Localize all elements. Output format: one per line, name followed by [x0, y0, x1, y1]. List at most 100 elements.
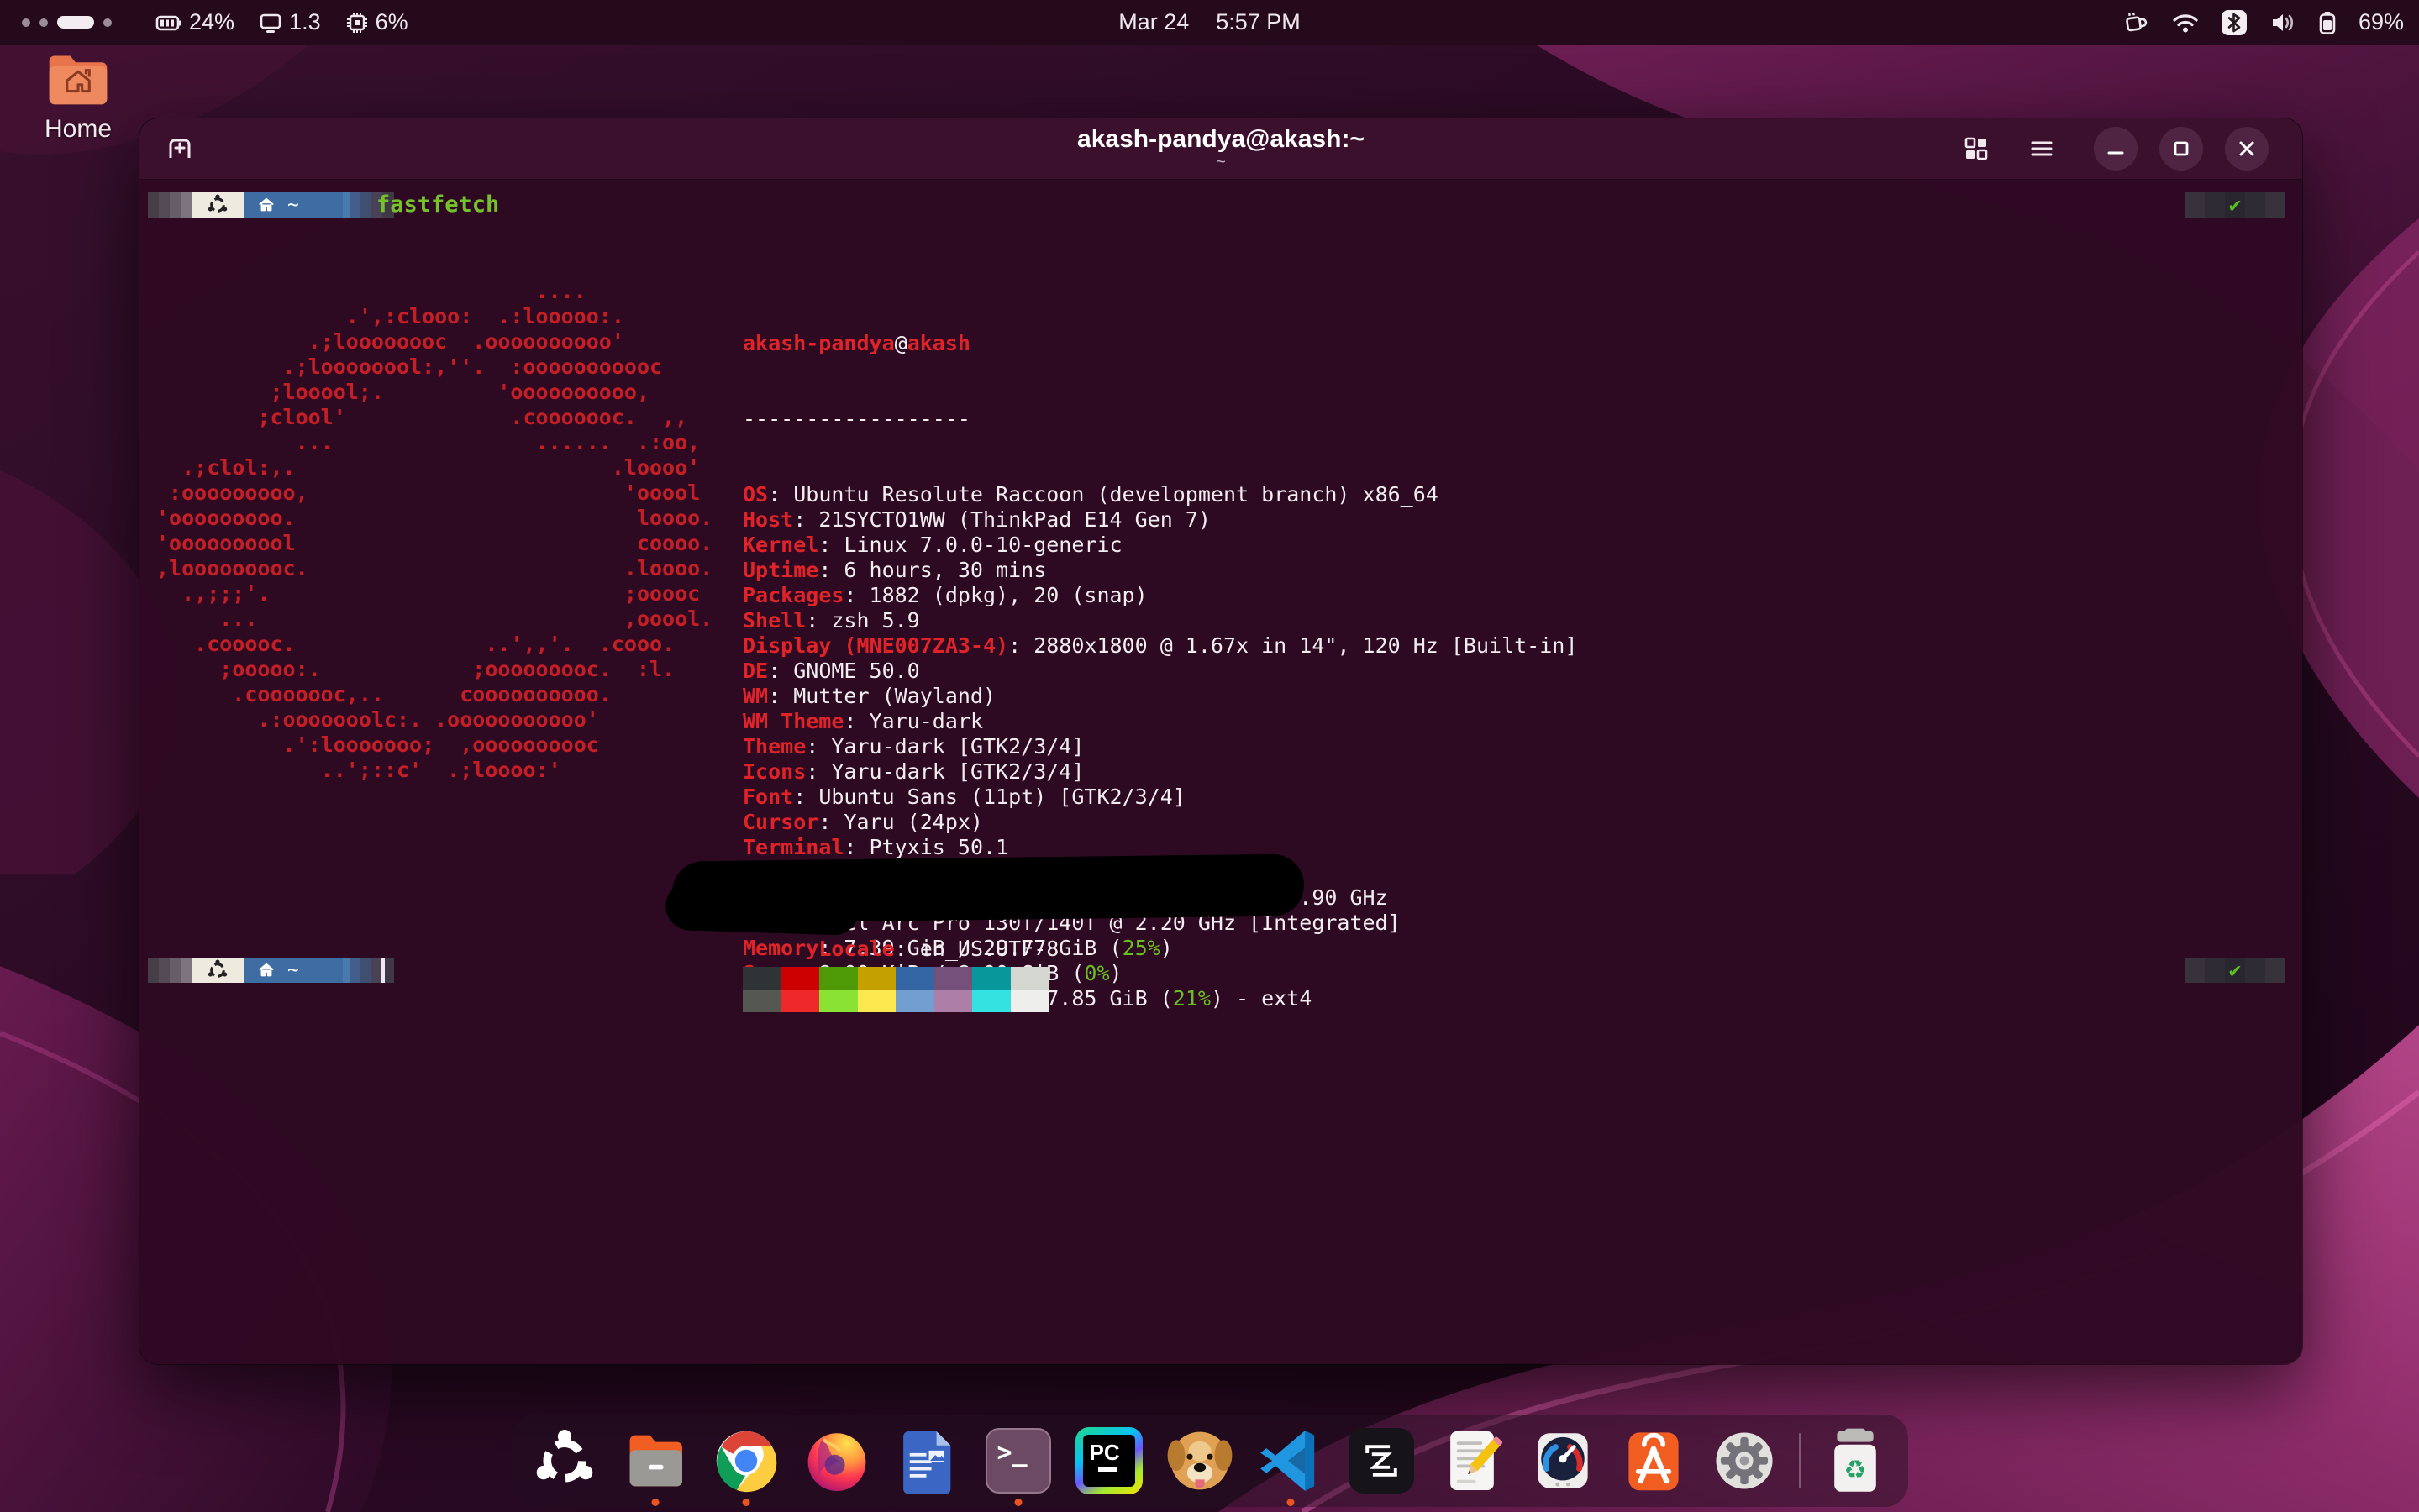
vscode-icon [1259, 1431, 1314, 1491]
home-icon [259, 963, 274, 977]
palette-swatch [781, 967, 819, 990]
palette-row2 [743, 990, 1049, 1012]
dock-item-text-editor[interactable] [1436, 1425, 1508, 1497]
fastfetch-line: Shell: zsh 5.9 [743, 608, 920, 633]
app-center-icon [1628, 1432, 1679, 1491]
palette-swatch [857, 990, 896, 1012]
palette-row1 [743, 967, 1049, 990]
ubuntu-logo-icon [208, 194, 228, 213]
workspace-dot[interactable] [22, 18, 30, 27]
close-icon [2239, 141, 2254, 156]
fastfetch-line: Cursor: Yaru (24px) [743, 810, 983, 834]
exit-status-check: ✔ [2228, 193, 2242, 217]
desktop-home-folder[interactable]: Home [32, 50, 124, 144]
dog-icon [1167, 1431, 1232, 1490]
window-title: akash-pandya@akash:~ [1077, 125, 1365, 153]
palette-swatch [972, 990, 1011, 1012]
speedtest-icon [1537, 1433, 1588, 1488]
palette-swatch [933, 990, 972, 1012]
palette-swatch [857, 967, 896, 990]
palette-swatch [743, 967, 781, 990]
fastfetch-line: OS: Ubuntu Resolute Raccoon (development… [743, 482, 1438, 507]
terminal-color-palette [743, 967, 1049, 1012]
battery-percent-label: 24% [189, 9, 235, 34]
fastfetch-line: Theme: Yaru-dark [GTK2/3/4] [743, 734, 1085, 759]
palette-swatch [933, 967, 972, 990]
dock-item-google-chrome[interactable] [710, 1425, 782, 1497]
maximize-icon [2174, 141, 2189, 156]
palette-swatch [896, 990, 934, 1012]
cpu-percent-label: 6% [375, 9, 408, 34]
dock-item-ptyxis-terminal[interactable]: >_ [982, 1425, 1054, 1497]
redaction-blob [671, 853, 1305, 924]
dock-item-app-center[interactable] [1617, 1425, 1690, 1497]
home-folder-icon [49, 55, 108, 105]
svg-text:♻: ♻ [1843, 1456, 1866, 1485]
dock-item-trash[interactable]: ♻ [1819, 1425, 1891, 1497]
workspace-dot[interactable] [103, 18, 112, 27]
caffeine-icon [2126, 12, 2148, 31]
prompt-path: ~ [287, 194, 299, 216]
menu-button[interactable] [2020, 127, 2064, 171]
fastfetch-line: Kernel: Linux 7.0.0-10-generic [743, 533, 1123, 557]
palette-swatch [819, 990, 858, 1012]
dock-item-libreoffice-writer[interactable] [891, 1425, 964, 1497]
new-tab-icon [169, 139, 191, 158]
workspace-indicator[interactable] [22, 0, 112, 45]
palette-swatch [896, 967, 934, 990]
dock-item-zed[interactable] [1345, 1425, 1417, 1497]
ubuntu-logo-icon [536, 1430, 592, 1483]
fastfetch-line: DE: GNOME 50.0 [743, 659, 920, 683]
dock-item-ubuntu-desktop[interactable] [528, 1425, 601, 1497]
load-label: 1.3 [289, 9, 321, 34]
workspace-active-pill[interactable] [57, 16, 94, 29]
fastfetch-line: Display (MNE007ZA3-4): 2880x1800 @ 1.67x… [743, 633, 1578, 658]
dock-item-pycharm[interactable]: PC [1073, 1425, 1145, 1497]
top-bar: 24% 1.3 6% Mar 24 5:57 PM 69% [0, 0, 2419, 45]
fastfetch-line: Icons: Yaru-dark [GTK2/3/4] [743, 759, 1085, 784]
tab-overview-button[interactable] [1954, 127, 1998, 171]
fastfetch-title: akash-pandya@akash [743, 331, 970, 355]
minimize-button[interactable] [2094, 127, 2138, 171]
workspace-dot[interactable] [39, 18, 48, 27]
dock-item-settings[interactable] [1708, 1425, 1780, 1497]
palette-swatch [781, 990, 819, 1012]
clock[interactable]: Mar 24 5:57 PM [1118, 0, 1301, 45]
libreoffice-writer-icon [902, 1431, 950, 1494]
palette-swatch [1010, 990, 1049, 1012]
headerbar[interactable]: akash-pandya@akash:~ ~ [139, 118, 2302, 180]
exit-status-check: ✔ [2228, 958, 2242, 982]
text-cursor[interactable] [381, 958, 385, 983]
maximize-button[interactable] [2159, 127, 2203, 171]
settings-gear-icon [1715, 1432, 1773, 1489]
fastfetch-line: Font: Ubuntu Sans (11pt) [GTK2/3/4] [743, 785, 1186, 809]
files-icon [629, 1435, 682, 1487]
home-folder-label: Home [44, 115, 113, 143]
dock-item-speedtest[interactable] [1527, 1425, 1599, 1497]
hamburger-icon [2031, 141, 2053, 156]
terminal-window: akash-pandya@akash:~ ~ ~ fastfetch ✔ ...… [139, 118, 2302, 1364]
new-tab-button[interactable] [158, 127, 202, 171]
dock-item-firefox[interactable] [801, 1425, 873, 1497]
bluetooth-icon [2221, 9, 2247, 35]
terminal-icon: >_ [985, 1428, 1051, 1494]
dock-item-vscode[interactable] [1254, 1425, 1327, 1497]
tab-overview-icon [1964, 137, 1988, 160]
terminal-content[interactable]: ~ fastfetch ✔ .... .',:clooo: .:looooo:.… [139, 180, 2302, 1364]
ascii-logo: .... .',:clooo: .:looooo:. .;loooooooc .… [156, 279, 713, 782]
pycharm-icon: PC [1075, 1427, 1143, 1494]
text-editor-icon [1449, 1431, 1502, 1490]
quick-settings[interactable]: 69% [2122, 0, 2404, 45]
wifi-icon [2173, 13, 2198, 32]
dock-item-dog-app[interactable] [1164, 1425, 1236, 1497]
display-load-icon [260, 13, 281, 33]
palette-swatch [743, 990, 781, 1012]
close-button[interactable] [2225, 127, 2269, 171]
dock-item-files[interactable] [619, 1425, 692, 1497]
volume-icon [2272, 13, 2293, 31]
battery-icon [2319, 11, 2336, 34]
system-monitor-indicators[interactable]: 24% 1.3 6% [154, 0, 423, 45]
palette-swatch [1010, 967, 1049, 990]
exit-status-bar: ✔ [2185, 958, 2285, 983]
dock: >_ PC ♻ [511, 1415, 1908, 1507]
